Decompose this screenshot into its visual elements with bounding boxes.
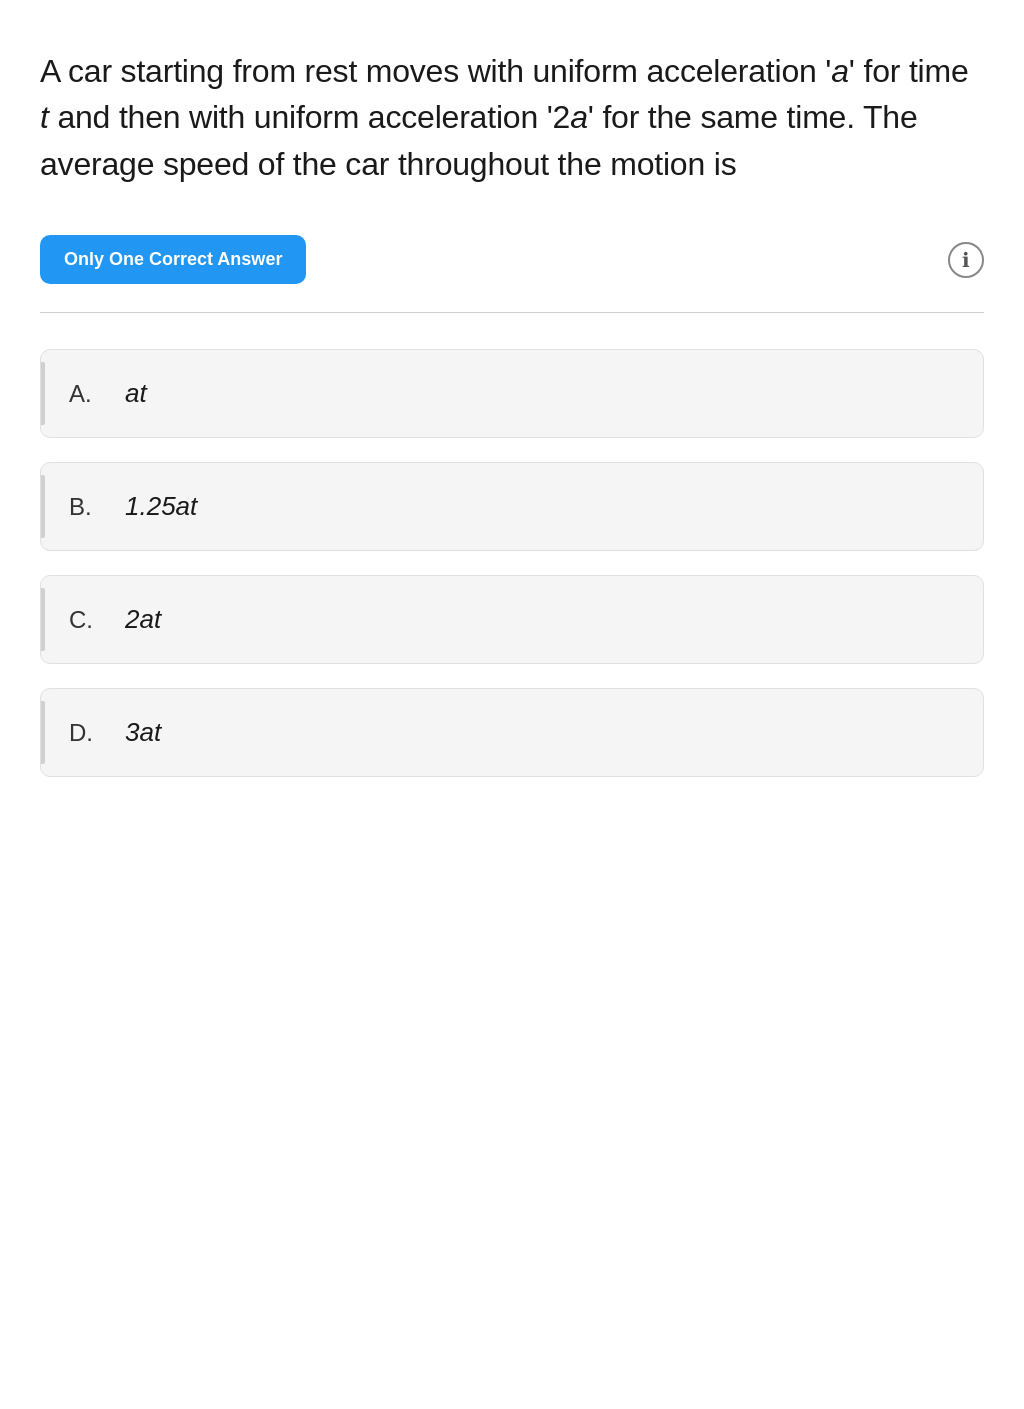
option-c[interactable]: C. 2at — [40, 575, 984, 664]
divider — [40, 312, 984, 313]
option-d-value: 3at — [125, 717, 161, 748]
option-b-label: B. — [69, 493, 125, 521]
options-list: A. at B. 1.25at C. 2at D. 3at — [40, 349, 984, 777]
info-icon[interactable]: ℹ — [948, 242, 984, 278]
option-a[interactable]: A. at — [40, 349, 984, 438]
answer-type-badge: Only One Correct Answer — [40, 235, 306, 284]
option-a-value: at — [125, 378, 147, 409]
option-d[interactable]: D. 3at — [40, 688, 984, 777]
option-b-value: 1.25at — [125, 491, 197, 522]
option-b[interactable]: B. 1.25at — [40, 462, 984, 551]
question-text: A car starting from rest moves with unif… — [40, 48, 984, 187]
option-c-value: 2at — [125, 604, 161, 635]
badge-row: Only One Correct Answer ℹ — [40, 235, 984, 284]
option-d-label: D. — [69, 719, 125, 747]
option-c-label: C. — [69, 606, 125, 634]
option-a-label: A. — [69, 380, 125, 408]
